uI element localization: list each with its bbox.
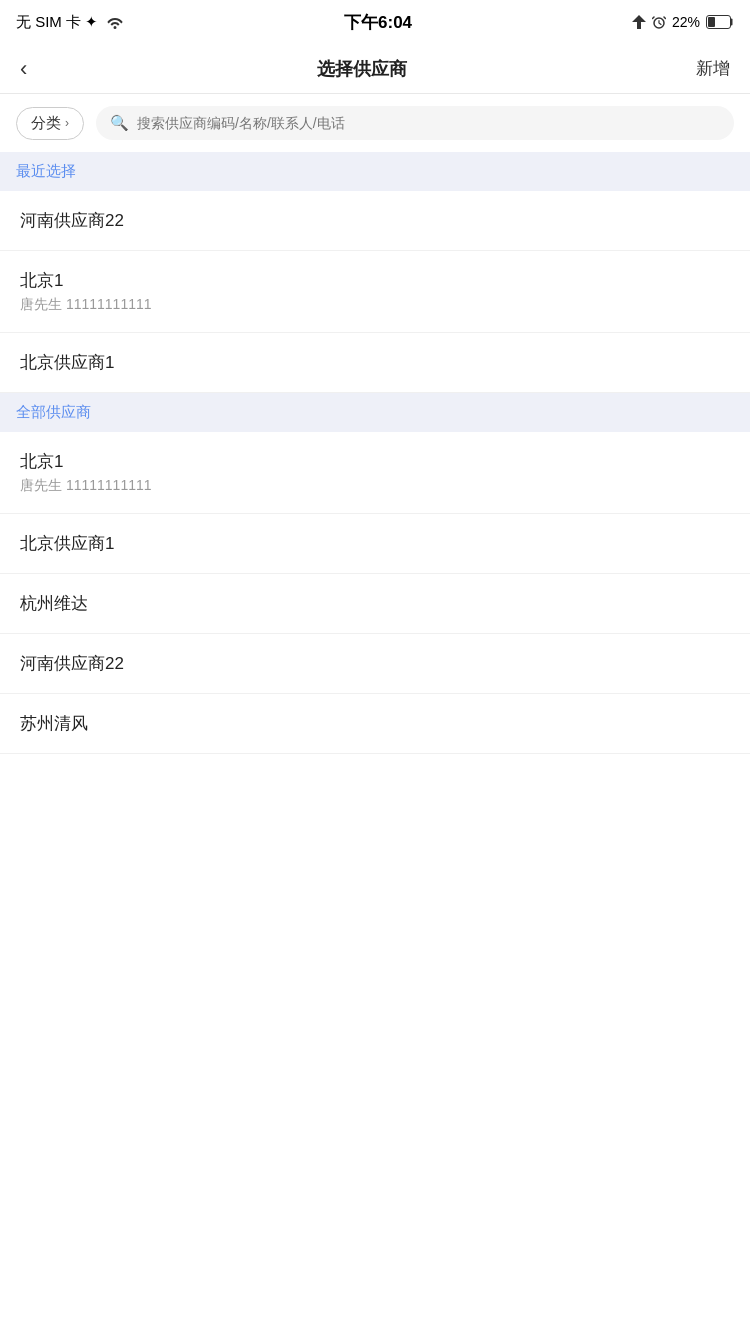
category-label: 分类 bbox=[31, 114, 61, 133]
item-sub: 唐先生 11111111111 bbox=[20, 296, 730, 314]
status-time: 下午6:04 bbox=[344, 11, 412, 34]
page-title: 选择供应商 bbox=[317, 57, 407, 81]
recent-section-label: 最近选择 bbox=[16, 162, 76, 179]
item-name: 苏州清风 bbox=[20, 712, 730, 735]
status-right: 22% bbox=[632, 14, 734, 30]
item-name: 北京供应商1 bbox=[20, 351, 730, 374]
item-name: 河南供应商22 bbox=[20, 652, 730, 675]
list-item[interactable]: 北京供应商1 bbox=[0, 333, 750, 393]
add-button[interactable]: 新增 bbox=[696, 57, 730, 80]
battery-level: 22% bbox=[672, 14, 700, 30]
status-left: 无 SIM 卡 ✦ bbox=[16, 13, 124, 32]
alarm-icon bbox=[652, 15, 666, 29]
list-item[interactable]: 北京供应商1 bbox=[0, 514, 750, 574]
recent-list: 河南供应商22 北京1 唐先生 11111111111 北京供应商1 bbox=[0, 191, 750, 393]
battery-icon bbox=[706, 15, 734, 29]
search-icon: 🔍 bbox=[110, 114, 129, 132]
list-item[interactable]: 河南供应商22 bbox=[0, 191, 750, 251]
search-input[interactable] bbox=[137, 115, 720, 131]
status-bar: 无 SIM 卡 ✦ 下午6:04 22% bbox=[0, 0, 750, 44]
item-name: 北京供应商1 bbox=[20, 532, 730, 555]
item-name: 北京1 bbox=[20, 269, 730, 292]
item-name: 杭州维达 bbox=[20, 592, 730, 615]
list-item[interactable]: 杭州维达 bbox=[0, 574, 750, 634]
item-name: 河南供应商22 bbox=[20, 209, 730, 232]
chevron-right-icon: › bbox=[65, 116, 69, 130]
wifi-icon bbox=[106, 15, 124, 29]
list-item[interactable]: 苏州清风 bbox=[0, 694, 750, 754]
svg-rect-2 bbox=[708, 17, 715, 27]
nav-bar: ‹ 选择供应商 新增 bbox=[0, 44, 750, 94]
item-sub: 唐先生 11111111111 bbox=[20, 477, 730, 495]
sim-status: 无 SIM 卡 ✦ bbox=[16, 13, 98, 32]
list-item[interactable]: 河南供应商22 bbox=[0, 634, 750, 694]
all-section-label: 全部供应商 bbox=[16, 403, 91, 420]
search-bar[interactable]: 🔍 bbox=[96, 106, 734, 140]
back-button[interactable]: ‹ bbox=[20, 56, 27, 82]
item-name: 北京1 bbox=[20, 450, 730, 473]
recent-section-header: 最近选择 bbox=[0, 152, 750, 191]
category-button[interactable]: 分类 › bbox=[16, 107, 84, 140]
all-list: 北京1 唐先生 11111111111 北京供应商1 杭州维达河南供应商22 苏州清风 bbox=[0, 432, 750, 754]
list-item[interactable]: 北京1 唐先生 11111111111 bbox=[0, 251, 750, 333]
location-icon bbox=[632, 15, 646, 29]
all-section-header: 全部供应商 bbox=[0, 393, 750, 432]
filter-bar: 分类 › 🔍 bbox=[0, 94, 750, 152]
list-item[interactable]: 北京1 唐先生 11111111111 bbox=[0, 432, 750, 514]
